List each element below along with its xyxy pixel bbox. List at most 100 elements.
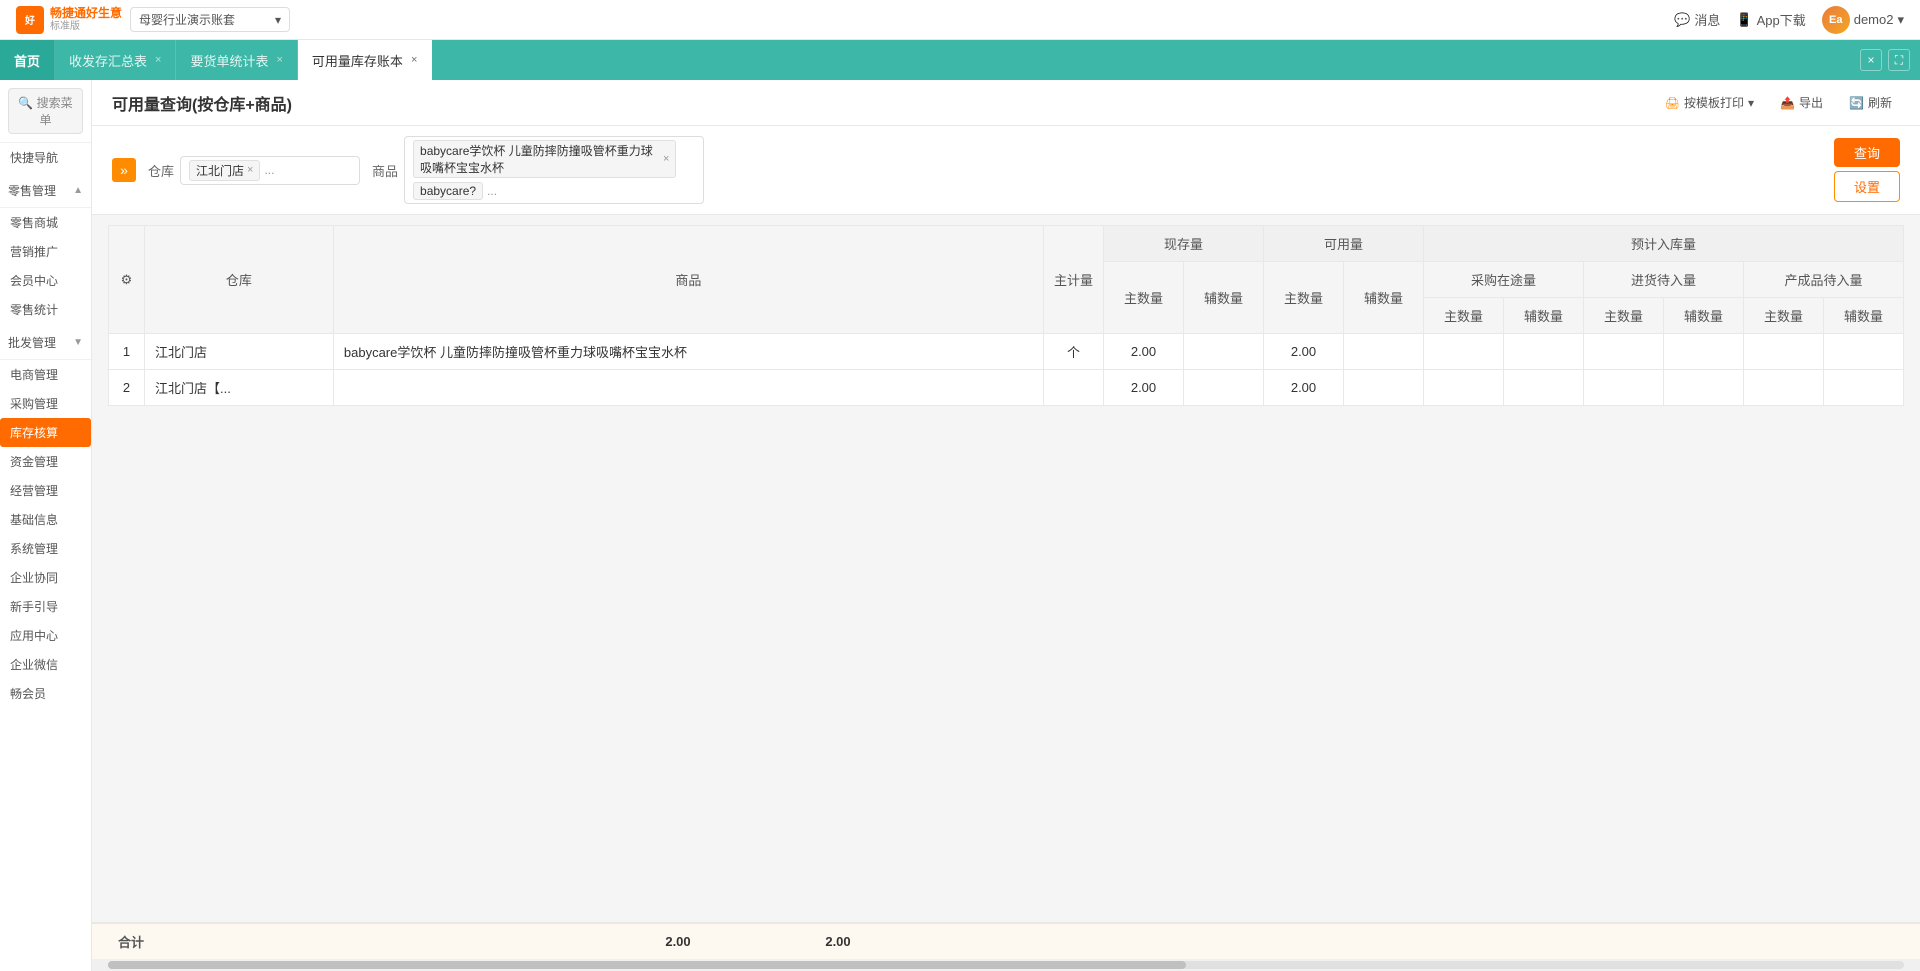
chevron-down-print: ▾: [1748, 96, 1754, 110]
sidebar-item-member[interactable]: 会员中心: [0, 266, 91, 295]
top-bar-right: 💬 消息 📱 App下载 Ea demo2 ▾: [1674, 6, 1904, 34]
cell-arr-aux: [1664, 370, 1744, 406]
col-prod-group: 产成品待入量: [1744, 262, 1904, 298]
cell-index: 2: [109, 370, 145, 406]
sidebar-item-ecommerce[interactable]: 电商管理: [0, 360, 91, 389]
sidebar-section-title-retail[interactable]: 零售管理 ▲: [8, 178, 83, 203]
warehouse-more[interactable]: ...: [264, 163, 274, 177]
chevron-down-icon: ▾: [275, 13, 281, 27]
product-tags[interactable]: babycare学饮杯 儿童防摔防撞吸管杯重力球吸嘴杯宝宝水杯 × babyca…: [404, 136, 704, 204]
tab-close-all-btn[interactable]: ×: [1860, 49, 1882, 71]
filter-toggle-btn[interactable]: »: [112, 158, 136, 182]
message-icon: 💬: [1674, 12, 1690, 28]
sidebar-item-retail-stats[interactable]: 零售统计: [0, 295, 91, 324]
search-menu-btn[interactable]: 🔍 搜索菜单: [8, 88, 83, 134]
query-btn[interactable]: 查询: [1834, 138, 1900, 167]
product-tag-2-text: babycare?: [420, 184, 476, 198]
sidebar-item-system[interactable]: 系统管理: [0, 534, 91, 563]
avatar: Ea: [1822, 6, 1850, 34]
footer-label: 合计: [108, 932, 278, 951]
arrow-down-icon: ▼: [73, 337, 83, 348]
app-icon: 📱: [1736, 12, 1752, 28]
sidebar-item-retail-store[interactable]: 零售商城: [0, 208, 91, 237]
col-avail-main: 主数量: [1264, 262, 1344, 334]
scroll-bar-track[interactable]: [108, 961, 1904, 969]
cell-pur-aux: [1504, 334, 1584, 370]
table-row: 2 江北门店【... 2.00 2.00: [109, 370, 1904, 406]
tab-available-stock[interactable]: 可用量库存账本 ×: [298, 40, 432, 80]
product-more[interactable]: ...: [487, 184, 497, 198]
cell-unit: [1043, 370, 1103, 406]
cell-product: [333, 370, 1043, 406]
export-btn[interactable]: 📤 导出: [1772, 90, 1831, 115]
industry-selector[interactable]: 母婴行业演示账套 ▾: [130, 7, 290, 32]
cell-index: 1: [109, 334, 145, 370]
tab-order-stats[interactable]: 要货单统计表 ×: [176, 40, 297, 80]
tab-receive-summary[interactable]: 收发存汇总表 ×: [55, 40, 176, 80]
cell-unit: 个: [1043, 334, 1103, 370]
cell-avail-main: 2.00: [1264, 334, 1344, 370]
message-btn[interactable]: 💬 消息: [1674, 10, 1720, 29]
footer-nums: 2.00 2.00: [278, 934, 1904, 949]
sidebar-item-operations[interactable]: 经营管理: [0, 476, 91, 505]
tab-home-label: 首页: [14, 51, 40, 70]
filter-area: » 仓库 江北门店 × ... 商品 babycare学饮杯 儿童防摔防撞吸管杯…: [92, 126, 1920, 215]
product-label: 商品: [372, 161, 398, 180]
app-download-btn[interactable]: 📱 App下载: [1736, 10, 1805, 29]
warehouse-filter: 仓库 江北门店 × ...: [148, 156, 360, 185]
user-menu[interactable]: Ea demo2 ▾: [1822, 6, 1904, 34]
tab-bar: 首页 收发存汇总表 × 要货单统计表 × 可用量库存账本 × × ⛶: [0, 40, 1920, 80]
cell-arr-main: [1584, 370, 1664, 406]
chevron-down-icon-user: ▾: [1897, 12, 1904, 28]
sidebar-item-inventory[interactable]: 库存核算: [0, 418, 91, 447]
export-label: 导出: [1799, 94, 1823, 111]
scroll-bar-thumb[interactable]: [108, 961, 1186, 969]
col-pur-in-group: 采购在途量: [1424, 262, 1584, 298]
print-icon: 🖨: [1665, 96, 1680, 110]
sidebar-item-corp-wechat[interactable]: 企业微信: [0, 650, 91, 679]
warehouse-tag-text: 江北门店: [196, 162, 244, 179]
cell-prod-aux: [1824, 370, 1904, 406]
scroll-bar-area: [92, 959, 1920, 971]
table-body: 1 江北门店 babycare学饮杯 儿童防摔防撞吸管杯重力球吸嘴杯宝宝水杯 个…: [109, 334, 1904, 406]
sidebar-item-newbie[interactable]: 新手引导: [0, 592, 91, 621]
print-label: 按模板打印: [1684, 94, 1744, 111]
page-header: 可用量查询(按仓库+商品) 🖨 按模板打印 ▾ 📤 导出 🔄 刷新: [92, 80, 1920, 126]
cell-stock-main: 2.00: [1104, 334, 1184, 370]
tab-available-stock-label: 可用量库存账本: [312, 51, 403, 70]
tab-close-order[interactable]: ×: [276, 54, 282, 66]
warehouse-tag-remove[interactable]: ×: [247, 164, 253, 176]
logo-text: 畅捷通好生意 标准版: [50, 6, 122, 32]
sidebar-content: 快捷导航 零售管理 ▲ 零售商城 营销推广 会员中心 零售统计: [0, 143, 91, 971]
sidebar-item-quick-nav[interactable]: 快捷导航: [0, 143, 91, 172]
product-tag-remove[interactable]: ×: [663, 153, 669, 165]
cell-pur-aux: [1504, 370, 1584, 406]
tab-close-receive[interactable]: ×: [155, 54, 161, 66]
warehouse-tags[interactable]: 江北门店 × ...: [180, 156, 360, 185]
sidebar-section-title-wholesale[interactable]: 批发管理 ▼: [8, 330, 83, 355]
cell-avail-main: 2.00: [1264, 370, 1344, 406]
footer-avail-main: 2.00: [798, 934, 878, 949]
tab-expand-btn[interactable]: ⛶: [1888, 49, 1910, 71]
tab-close-available[interactable]: ×: [411, 54, 417, 66]
settings-btn[interactable]: 设置: [1834, 171, 1900, 202]
filter-btn-group: 查询 设置: [1834, 138, 1900, 202]
sidebar-item-apps[interactable]: 应用中心: [0, 621, 91, 650]
tab-home[interactable]: 首页: [0, 40, 55, 80]
sidebar-item-finance[interactable]: 资金管理: [0, 447, 91, 476]
col-stock-aux: 辅数量: [1184, 262, 1264, 334]
sidebar-item-marketing[interactable]: 营销推广: [0, 237, 91, 266]
sidebar-item-basic[interactable]: 基础信息: [0, 505, 91, 534]
cell-pur-main: [1424, 334, 1504, 370]
sidebar-item-vip[interactable]: 畅会员: [0, 679, 91, 708]
cell-arr-main: [1584, 334, 1664, 370]
settings-icon: ⚙: [121, 272, 133, 287]
export-icon: 📤: [1780, 96, 1795, 110]
col-settings[interactable]: ⚙: [109, 226, 145, 334]
print-btn[interactable]: 🖨 按模板打印 ▾: [1657, 90, 1762, 115]
cell-avail-aux: [1344, 334, 1424, 370]
sidebar-item-enterprise[interactable]: 企业协同: [0, 563, 91, 592]
col-forecast-group: 预计入库量: [1424, 226, 1904, 262]
sidebar-item-purchase[interactable]: 采购管理: [0, 389, 91, 418]
refresh-btn[interactable]: 🔄 刷新: [1841, 90, 1900, 115]
